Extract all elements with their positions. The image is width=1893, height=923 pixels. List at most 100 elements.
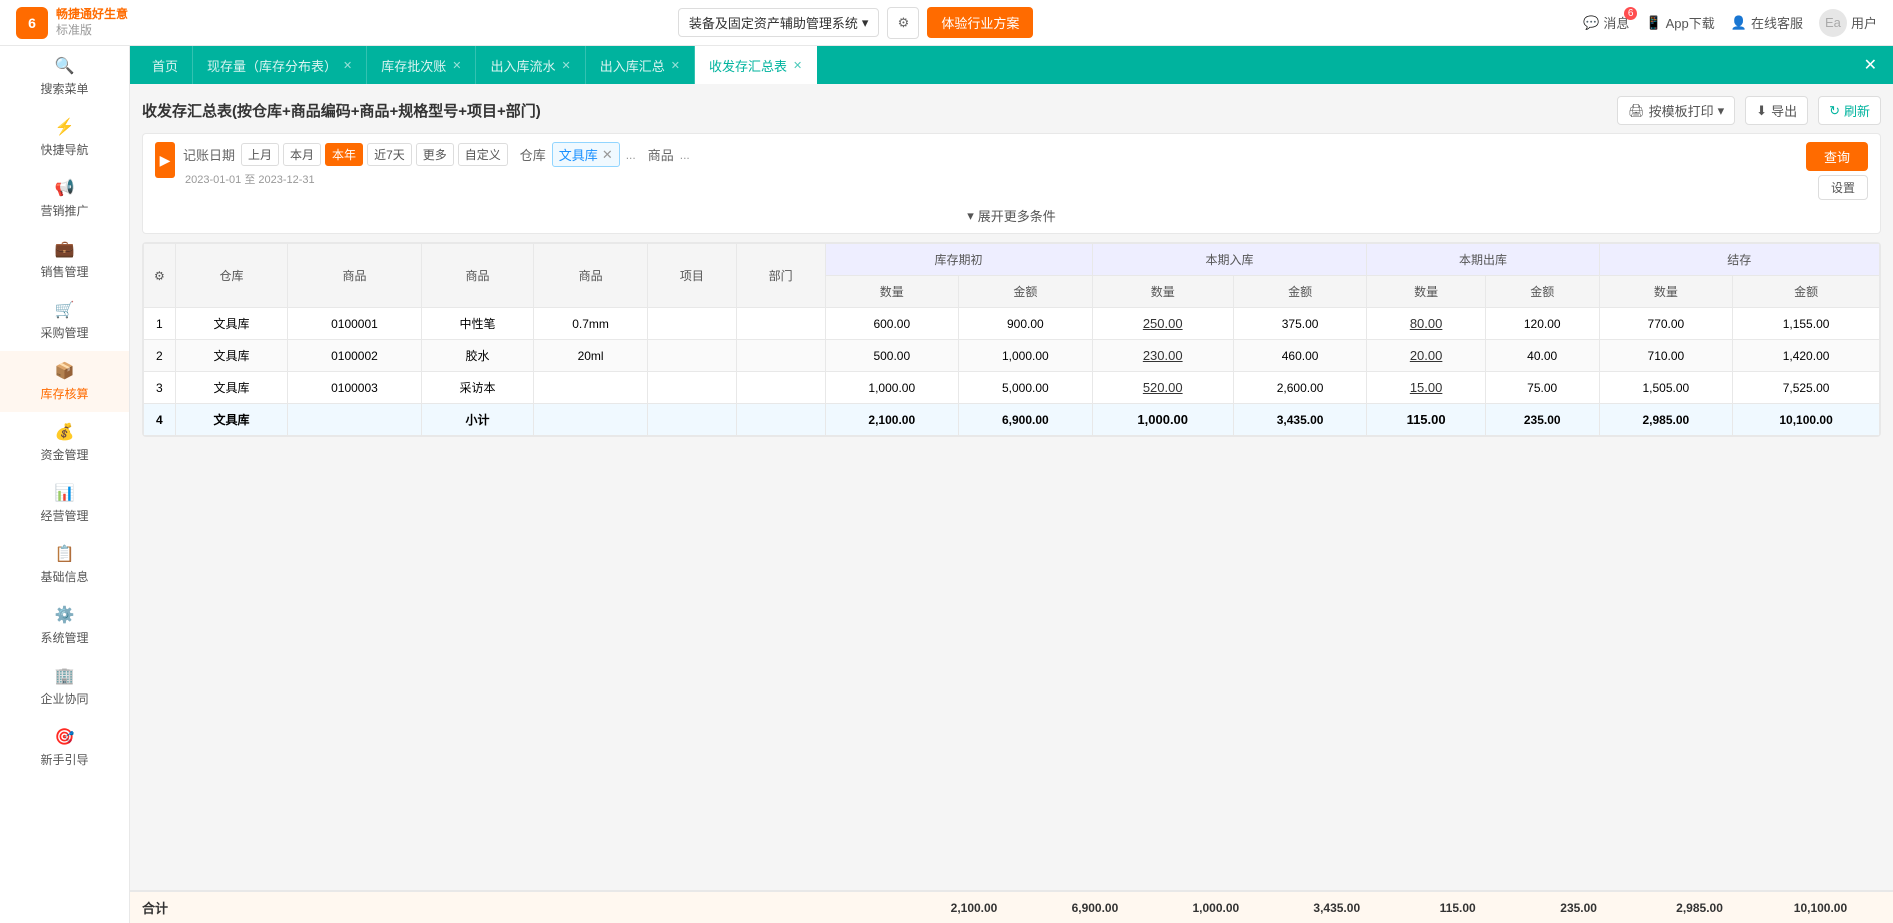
sidebar-item-purchase[interactable]: 🛒采购管理 [0,290,129,351]
tab-home-label: 首页 [152,56,178,75]
main-layout: 🔍搜索菜单⚡快捷导航📢营销推广💼销售管理🛒采购管理📦库存核算💰资金管理📊经营管理… [0,46,1893,923]
warehouse-more-btn[interactable]: ... [626,148,636,162]
out-qty-link[interactable]: 15.00 [1410,380,1443,395]
user-label: 用户 [1851,13,1877,32]
expand-conditions-btn[interactable]: ▾ 展开更多条件 [155,206,1868,225]
tab-inventory-dist-label: 现存量（库存分布表） [207,56,337,75]
tab-recv-send-summary[interactable]: 收发存汇总表 ✕ [695,46,817,84]
th-dept: 部门 [736,244,825,308]
date-btn-custom[interactable]: 自定义 [458,143,508,166]
cell-in-amt: 2,600.00 [1233,372,1367,404]
tab-bar: 首页 现存量（库存分布表） ✕ 库存批次账 ✕ 出入库流水 ✕ 出入库汇总 ✕ … [130,46,1893,84]
cell-dept [736,308,825,340]
purchase-label: 采购管理 [40,324,88,341]
cell-close-amt: 10,100.00 [1733,404,1880,436]
tab-inventory-dist[interactable]: 现存量（库存分布表） ✕ [193,46,367,84]
in-qty-link[interactable]: 520.00 [1143,380,1183,395]
sidebar-item-quicknav[interactable]: ⚡快捷导航 [0,107,129,168]
tab-inout-summary-close[interactable]: ✕ [671,59,680,72]
query-button[interactable]: 查询 [1806,142,1868,171]
date-btn-7days[interactable]: 近7天 [367,143,412,166]
date-btn-more[interactable]: 更多 [416,143,454,166]
cell-num: 1 [144,308,176,340]
operations-label: 经营管理 [40,507,88,524]
cell-out-qty: 115.00 [1367,404,1485,436]
sidebar-item-inventory[interactable]: 📦库存核算 [0,351,129,412]
cell-opening-qty: 500.00 [825,340,959,372]
settings-button[interactable]: 设置 [1818,175,1868,200]
out-qty-link[interactable]: 20.00 [1410,348,1443,363]
print-label: 按模板打印 [1649,101,1714,120]
sidebar-item-system[interactable]: ⚙️系统管理 [0,595,129,656]
cell-in-qty[interactable]: 230.00 [1092,340,1233,372]
date-btn-last-month[interactable]: 上月 [241,143,279,166]
date-filter-label: 记账日期 [183,145,235,164]
cell-spec [534,404,648,436]
close-all-tabs-btn[interactable]: ✕ [1856,55,1885,75]
message-icon: 💬 [1583,15,1599,31]
cell-out-qty[interactable]: 20.00 [1367,340,1485,372]
goods-more-btn[interactable]: ... [680,148,690,162]
cell-out-qty[interactable]: 15.00 [1367,372,1485,404]
app-download-btn[interactable]: 📱 App下载 [1645,13,1714,32]
total-out-amt: 235.00 [1518,901,1639,915]
cell-project [647,340,736,372]
date-btn-this-month[interactable]: 本月 [283,143,321,166]
refresh-icon: ↻ [1829,103,1840,119]
refresh-btn[interactable]: ↻ 刷新 [1818,96,1881,125]
guide-icon: 🎯 [55,727,75,747]
sidebar-item-basicinfo[interactable]: 📋基础信息 [0,534,129,595]
cell-close-amt: 7,525.00 [1733,372,1880,404]
online-service-label: 在线客服 [1751,13,1803,32]
enterprise-label: 企业协同 [40,690,88,707]
online-service-btn[interactable]: 👤 在线客服 [1731,13,1803,32]
sidebar-item-guide[interactable]: 🎯新手引导 [0,717,129,778]
out-qty-link[interactable]: 80.00 [1410,316,1443,331]
cell-out-amt: 40.00 [1485,340,1599,372]
tab-batch-ledger[interactable]: 库存批次账 ✕ [367,46,476,84]
user-menu[interactable]: Ea 用户 [1819,9,1877,37]
cell-opening-qty: 1,000.00 [825,372,959,404]
table-body: 1 文具库 0100001 中性笔 0.7mm 600.00 900.00 25… [144,308,1880,436]
cell-close-qty: 770.00 [1599,308,1733,340]
sidebar-item-marketing[interactable]: 📢营销推广 [0,168,129,229]
th-warehouse: 仓库 [175,244,287,308]
in-qty-link[interactable]: 230.00 [1143,348,1183,363]
export-btn[interactable]: ⬇ 导出 [1745,96,1808,125]
sidebar-item-search[interactable]: 🔍搜索菜单 [0,46,129,107]
print-btn[interactable]: 🖨 按模板打印 ▾ [1617,96,1735,125]
messages-btn[interactable]: 💬 消息 6 [1583,13,1629,32]
table-row: 3 文具库 0100003 采访本 1,000.00 5,000.00 520.… [144,372,1880,404]
tab-inout-flow-label: 出入库流水 [490,56,555,75]
dropdown-icon: ▾ [862,15,869,31]
gear-button[interactable]: ⚙ [887,7,919,39]
cell-in-qty: 1,000.00 [1092,404,1233,436]
filter-collapse-btn[interactable]: ▶ [155,142,175,178]
in-qty-link[interactable]: 250.00 [1143,316,1183,331]
sidebar-item-sales[interactable]: 💼销售管理 [0,229,129,290]
total-out-qty: 115.00 [1397,901,1518,915]
trial-button[interactable]: 体验行业方案 [927,7,1033,38]
cell-opening-amt: 1,000.00 [959,340,1093,372]
date-btn-this-year[interactable]: 本年 [325,143,363,166]
tab-inout-flow-close[interactable]: ✕ [562,59,571,72]
system-selector[interactable]: 装备及固定资产辅助管理系统 ▾ [678,8,880,37]
sidebar-item-enterprise[interactable]: 🏢企业协同 [0,656,129,717]
cell-out-qty[interactable]: 80.00 [1367,308,1485,340]
tab-inventory-dist-close[interactable]: ✕ [343,59,352,72]
content-area: 首页 现存量（库存分布表） ✕ 库存批次账 ✕ 出入库流水 ✕ 出入库汇总 ✕ … [130,46,1893,923]
th-in-qty: 数量 [1092,276,1233,308]
cell-num: 3 [144,372,176,404]
warehouse-tag-close[interactable]: ✕ [602,147,613,163]
tab-home[interactable]: 首页 [138,46,193,84]
tab-batch-ledger-close[interactable]: ✕ [452,59,461,72]
tab-inout-summary[interactable]: 出入库汇总 ✕ [586,46,695,84]
tab-recv-send-close[interactable]: ✕ [793,59,802,72]
tab-inout-flow[interactable]: 出入库流水 ✕ [476,46,585,84]
cell-in-qty[interactable]: 520.00 [1092,372,1233,404]
print-dropdown-icon: ▾ [1718,103,1725,119]
cell-in-qty[interactable]: 250.00 [1092,308,1233,340]
th-code: 商品 [288,244,422,308]
sidebar-item-operations[interactable]: 📊经营管理 [0,473,129,534]
sidebar-item-finance[interactable]: 💰资金管理 [0,412,129,473]
